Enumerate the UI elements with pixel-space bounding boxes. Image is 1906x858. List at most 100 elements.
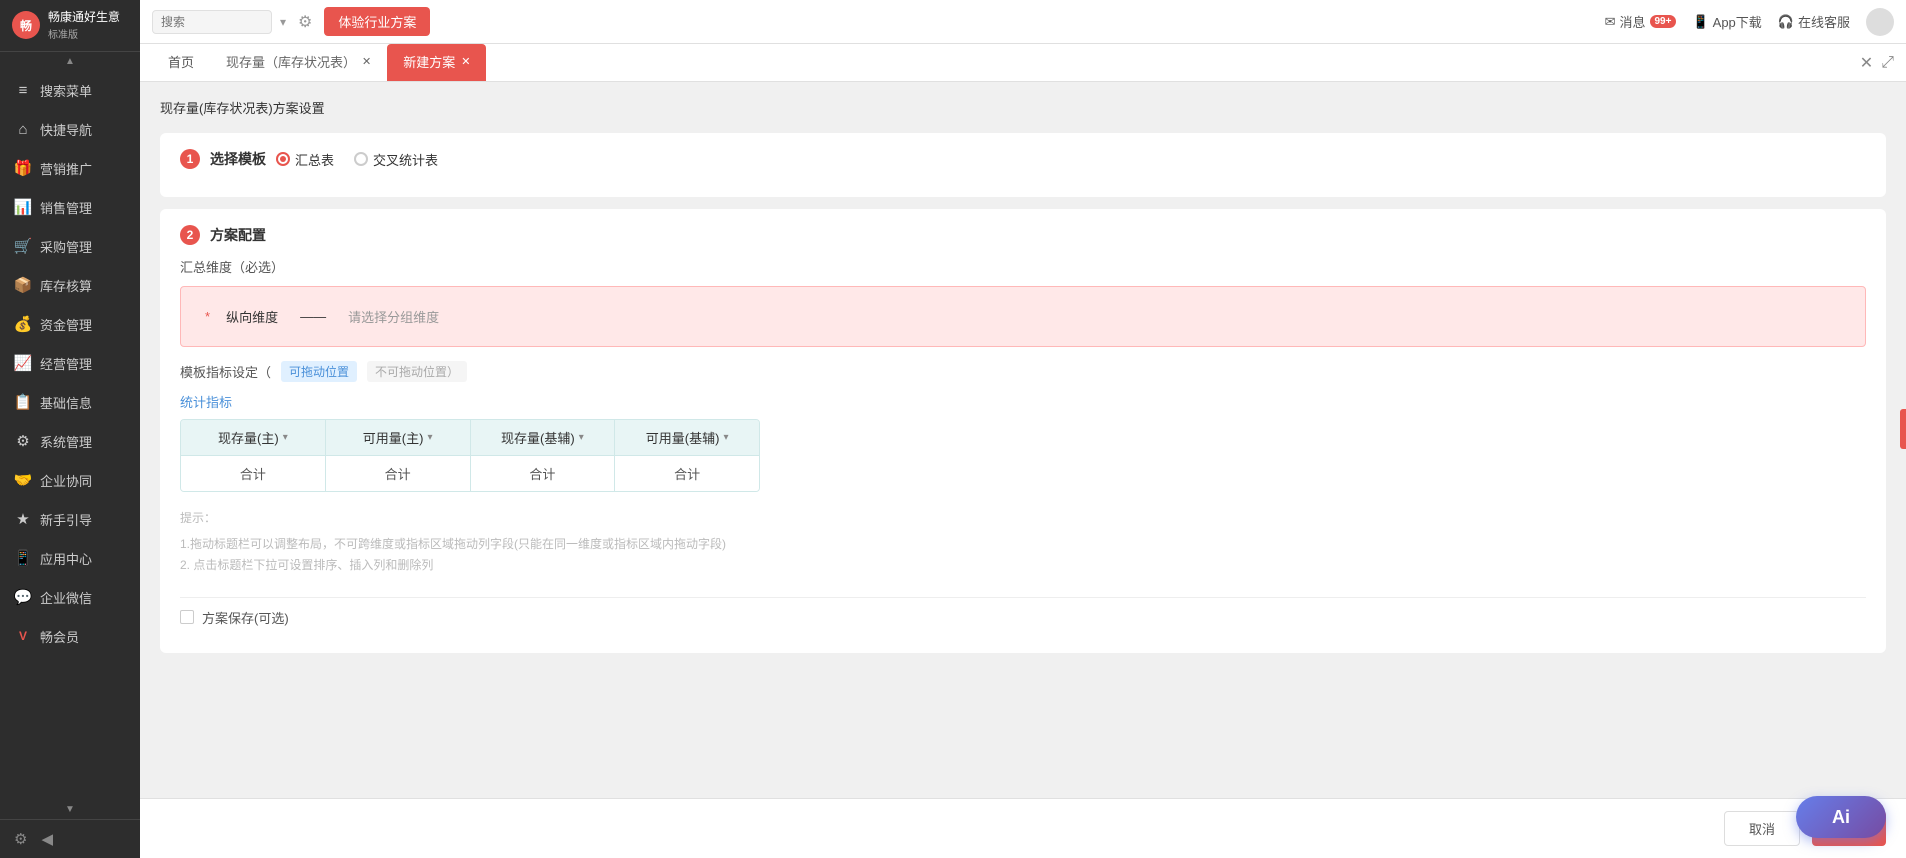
sidebar-scroll-up[interactable]: ▲ <box>0 52 140 71</box>
save-label: 方案保存(可选) <box>202 608 289 627</box>
tip-2: 2. 点击标题栏下拉可设置排序、插入列和删除列 <box>180 555 1866 577</box>
page-content: 现存量(库存状况表)方案设置 1 选择模板 汇总表 交叉统计表 <box>140 82 1906 798</box>
sidebar-item-inventory[interactable]: 📦 库存核算 <box>0 266 140 305</box>
sidebar-item-label: 搜索菜单 <box>40 81 92 100</box>
resize-handle[interactable] <box>1900 409 1906 449</box>
window-buttons: ✕ ⤢ <box>1860 53 1894 73</box>
sidebar-scroll-down[interactable]: ▼ <box>0 800 140 819</box>
col-current-aux: 现存量(基辅) ▾ 合计 <box>471 420 616 491</box>
col-current-main-cell: 合计 <box>181 456 325 491</box>
close-window-icon[interactable]: ✕ <box>1860 53 1873 73</box>
save-checkbox[interactable] <box>180 610 194 624</box>
finance-icon: 💰 <box>14 315 32 333</box>
trial-btn[interactable]: 体验行业方案 <box>324 7 430 36</box>
stat-table: 现存量(主) ▾ 合计 可用量(主) ▾ 合计 <box>180 419 760 492</box>
step2-number: 2 <box>180 225 200 245</box>
radio-summary-dot <box>276 152 290 166</box>
ai-bubble[interactable]: Ai <box>1796 796 1886 838</box>
dim-separator: —— <box>300 309 326 324</box>
dim-placeholder: 请选择分组维度 <box>348 307 439 326</box>
sidebar-item-finance[interactable]: 💰 资金管理 <box>0 305 140 344</box>
marketing-icon: 🎁 <box>14 159 32 177</box>
chevron-down-icon: ▾ <box>283 432 288 443</box>
step1-number: 1 <box>180 149 200 169</box>
topbar-right: ✉ 消息 99+ 📱 App下载 🎧 在线客服 <box>1605 8 1894 36</box>
tab-new-plan[interactable]: 新建方案 ✕ <box>387 44 486 81</box>
tips-area: 提示： 1.拖动标题栏可以调整布局，不可跨维度或指标区域拖动列字段(只能在同一维… <box>180 508 1866 577</box>
sidebar-item-newbie[interactable]: ★ 新手引导 <box>0 500 140 539</box>
step1-header: 1 选择模板 汇总表 交叉统计表 <box>180 149 1866 169</box>
partner-icon: 🤝 <box>14 471 32 489</box>
message-badge: 99+ <box>1650 15 1677 28</box>
newbie-icon: ★ <box>14 510 32 528</box>
sidebar-item-partner[interactable]: 🤝 企业协同 <box>0 461 140 500</box>
logo-icon: 畅 <box>12 11 40 39</box>
tab-inventory-close-icon[interactable]: ✕ <box>362 55 371 68</box>
cancel-button[interactable]: 取消 <box>1724 811 1800 846</box>
col-current-aux-header[interactable]: 现存量(基辅) ▾ <box>471 420 615 456</box>
new-plan-tab-label: 新建方案 <box>403 52 455 71</box>
drag-badge: 可拖动位置 <box>281 361 357 382</box>
sidebar-item-marketing[interactable]: 🎁 营销推广 <box>0 149 140 188</box>
col-available-main-cell: 合计 <box>326 456 470 491</box>
quick-nav-icon: ⌂ <box>14 120 32 138</box>
sidebar-item-operations[interactable]: 📈 经营管理 <box>0 344 140 383</box>
step2-title: 方案配置 <box>210 225 266 245</box>
avatar[interactable] <box>1866 8 1894 36</box>
col-current-main-header[interactable]: 现存量(主) ▾ <box>181 420 325 456</box>
col-available-aux-header[interactable]: 可用量(基辅) ▾ <box>615 420 759 456</box>
wechat-icon: 💬 <box>14 588 32 606</box>
stat-table-header: 现存量(主) ▾ 合计 可用量(主) ▾ 合计 <box>181 420 759 491</box>
member-icon: V <box>14 627 32 645</box>
topbar: ▾ ⚙ 体验行业方案 ✉ 消息 99+ 📱 App下载 🎧 在线客服 <box>140 0 1906 44</box>
sidebar-item-sales[interactable]: 📊 销售管理 <box>0 188 140 227</box>
app-center-icon: 📱 <box>14 549 32 567</box>
col-available-main-header[interactable]: 可用量(主) ▾ <box>326 420 470 456</box>
logo-text: 畅康通好生意 标准版 <box>48 10 120 41</box>
sidebar-footer: ⚙ ◀ <box>0 819 140 858</box>
app-download-btn[interactable]: 📱 App下载 <box>1692 12 1761 31</box>
search-menu-icon: ≡ <box>14 81 32 99</box>
settings-icon[interactable]: ⚙ <box>14 830 27 848</box>
sidebar-item-basic-info[interactable]: 📋 基础信息 <box>0 383 140 422</box>
sidebar-item-wechat[interactable]: 💬 企业微信 <box>0 578 140 617</box>
operations-icon: 📈 <box>14 354 32 372</box>
sidebar-item-quick-nav[interactable]: ⌂ 快捷导航 <box>0 110 140 149</box>
sidebar-item-member[interactable]: V 畅会员 <box>0 617 140 656</box>
app-icon: 📱 <box>1692 14 1708 30</box>
volume-icon[interactable]: ◀ <box>41 830 53 848</box>
main-area: ▾ ⚙ 体验行业方案 ✉ 消息 99+ 📱 App下载 🎧 在线客服 首页 <box>140 0 1906 858</box>
dimension-area[interactable]: * 纵向维度 —— 请选择分组维度 <box>180 286 1866 347</box>
summary-dim-label: 汇总维度（必选） <box>180 257 1866 276</box>
sidebar-item-search-menu[interactable]: ≡ 搜索菜单 <box>0 71 140 110</box>
system-icon: ⚙ <box>14 432 32 450</box>
message-icon: ✉ <box>1605 14 1616 30</box>
step2-block: 2 方案配置 汇总维度（必选） * 纵向维度 —— 请选择分组维度 模板指标设定… <box>160 209 1886 653</box>
col-available-main: 可用量(主) ▾ 合计 <box>326 420 471 491</box>
search-input[interactable] <box>152 10 272 34</box>
chevron-down-icon: ▾ <box>579 432 584 443</box>
tab-inventory-status[interactable]: 现存量（库存状况表） ✕ <box>210 44 387 81</box>
sidebar-item-system[interactable]: ⚙ 系统管理 <box>0 422 140 461</box>
template-radio-group: 汇总表 交叉统计表 <box>276 150 438 169</box>
sidebar-item-app-center[interactable]: 📱 应用中心 <box>0 539 140 578</box>
save-section: 方案保存(可选) <box>180 597 1866 637</box>
basic-info-icon: 📋 <box>14 393 32 411</box>
tab-new-plan-close-icon[interactable]: ✕ <box>461 55 470 68</box>
tab-home[interactable]: 首页 <box>152 44 210 81</box>
message-btn[interactable]: ✉ 消息 99+ <box>1605 12 1677 31</box>
chevron-down-icon: ▾ <box>427 432 432 443</box>
radio-cross[interactable]: 交叉统计表 <box>354 150 438 169</box>
required-star: * <box>205 309 210 324</box>
col-available-aux-cell: 合计 <box>615 456 759 491</box>
sidebar-logo: 畅 畅康通好生意 标准版 <box>0 0 140 52</box>
step1-block: 1 选择模板 汇总表 交叉统计表 <box>160 133 1886 197</box>
expand-window-icon[interactable]: ⤢ <box>1881 54 1894 72</box>
radio-summary[interactable]: 汇总表 <box>276 150 334 169</box>
online-service-btn[interactable]: 🎧 在线客服 <box>1778 12 1850 31</box>
sidebar-item-purchase[interactable]: 🛒 采购管理 <box>0 227 140 266</box>
chevron-down-icon: ▾ <box>723 432 728 443</box>
sales-icon: 📊 <box>14 198 32 216</box>
search-dropdown-icon[interactable]: ▾ <box>280 15 286 29</box>
topbar-gear-icon[interactable]: ⚙ <box>298 12 312 32</box>
